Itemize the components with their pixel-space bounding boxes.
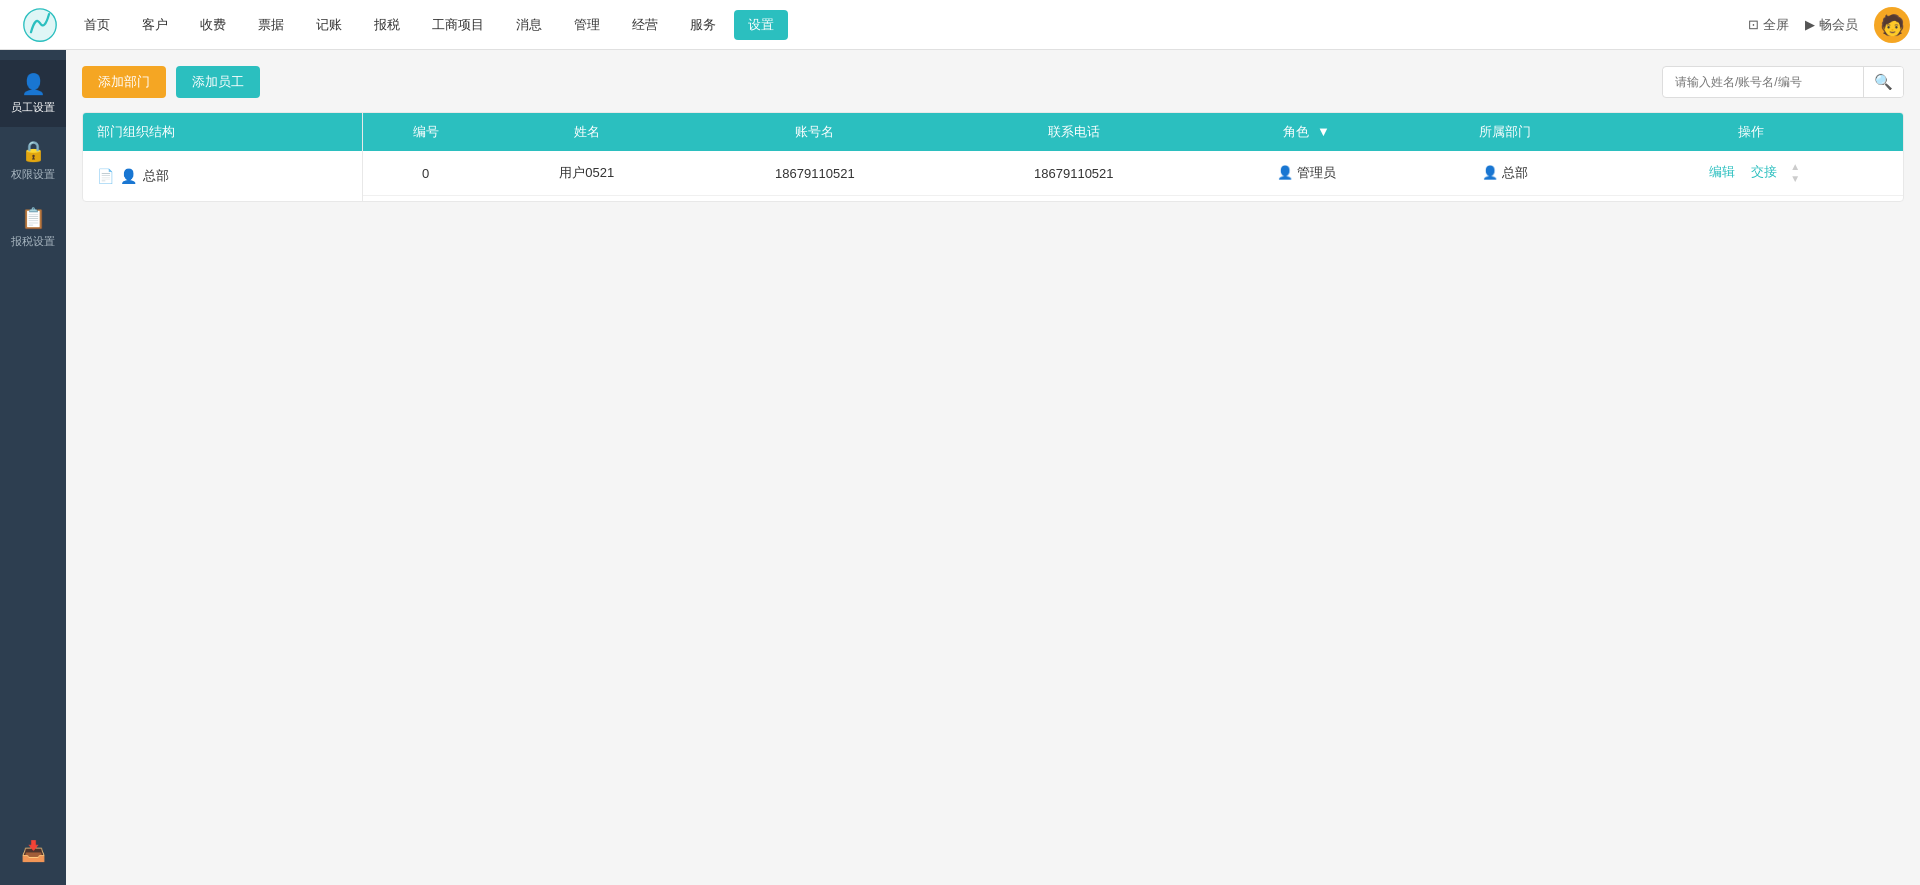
member-button[interactable]: ▶ 畅会员 xyxy=(1805,16,1858,34)
employee-icon: 👤 xyxy=(21,72,46,96)
toolbar: 添加部门 添加员工 🔍 xyxy=(82,66,1904,98)
col-phone: 联系电话 xyxy=(944,113,1203,151)
transfer-button[interactable]: 交接 xyxy=(1751,164,1777,179)
nav-menu: 首页 客户 收费 票据 记账 报税 工商项目 消息 管理 经营 服务 设置 xyxy=(70,10,1748,40)
search-box: 🔍 xyxy=(1662,66,1904,98)
edit-button[interactable]: 编辑 xyxy=(1709,164,1735,179)
download-icon: 📥 xyxy=(21,839,46,863)
permission-icon: 🔒 xyxy=(21,139,46,163)
search-input[interactable] xyxy=(1663,69,1863,95)
nav-service[interactable]: 服务 xyxy=(676,10,730,40)
logo xyxy=(10,7,70,43)
cell-account: 18679110521 xyxy=(685,151,944,196)
scroll-up-icon[interactable]: ▲ xyxy=(1790,161,1800,173)
nav-right-actions: ⊡ 全屏 ▶ 畅会员 🧑 xyxy=(1748,7,1910,43)
col-name: 姓名 xyxy=(488,113,685,151)
col-account: 账号名 xyxy=(685,113,944,151)
scroll-down-icon[interactable]: ▼ xyxy=(1790,173,1800,185)
col-actions: 操作 xyxy=(1600,113,1903,151)
nav-invoice[interactable]: 票据 xyxy=(244,10,298,40)
member-label: 畅会员 xyxy=(1819,16,1858,34)
table: 编号 姓名 账号名 联系电话 角色 ▼ 所属部门 操作 0 xyxy=(363,113,1903,196)
main-content: 添加部门 添加员工 🔍 部门组织结构 📄 👤 总部 xyxy=(66,50,1920,885)
dept-name-cell: 总部 xyxy=(1502,165,1528,180)
person-dept-icon: 👤 xyxy=(120,168,137,184)
dept-person-icon: 👤 xyxy=(1482,165,1498,180)
employee-table: 编号 姓名 账号名 联系电话 角色 ▼ 所属部门 操作 0 xyxy=(363,113,1903,201)
content-panel: 部门组织结构 📄 👤 总部 编号 姓名 账号名 联系电话 xyxy=(82,112,1904,202)
sidebar-item-download[interactable]: 📥 xyxy=(21,827,46,875)
search-button[interactable]: 🔍 xyxy=(1863,67,1903,97)
col-dept: 所属部门 xyxy=(1410,113,1600,151)
nav-operation[interactable]: 经营 xyxy=(618,10,672,40)
nav-tax[interactable]: 报税 xyxy=(360,10,414,40)
file-icon: 📄 xyxy=(97,168,114,184)
sidebar-item-permission[interactable]: 🔒 权限设置 xyxy=(0,127,66,194)
user-avatar[interactable]: 🧑 xyxy=(1874,7,1910,43)
role-name: 管理员 xyxy=(1297,165,1336,180)
dept-tree: 部门组织结构 📄 👤 总部 xyxy=(83,113,363,201)
col-id: 编号 xyxy=(363,113,488,151)
cell-phone: 18679110521 xyxy=(944,151,1203,196)
member-icon: ▶ xyxy=(1805,17,1815,32)
col-role: 角色 ▼ xyxy=(1203,113,1410,151)
nav-message[interactable]: 消息 xyxy=(502,10,556,40)
cell-dept: 👤 总部 xyxy=(1410,151,1600,196)
search-icon: 🔍 xyxy=(1874,73,1893,90)
role-filter-icon[interactable]: ▼ xyxy=(1317,124,1330,139)
cell-role: 👤 管理员 xyxy=(1203,151,1410,196)
sidebar: 👤 员工设置 🔒 权限设置 📋 报税设置 📥 xyxy=(0,50,66,885)
fullscreen-button[interactable]: ⊡ 全屏 xyxy=(1748,16,1789,34)
fullscreen-label: 全屏 xyxy=(1763,16,1789,34)
dept-tree-body: 📄 👤 总部 xyxy=(83,151,362,201)
nav-home[interactable]: 首页 xyxy=(70,10,124,40)
cell-name: 用户0521 xyxy=(488,151,685,196)
top-navigation: 首页 客户 收费 票据 记账 报税 工商项目 消息 管理 经营 服务 设置 ⊡ … xyxy=(0,0,1920,50)
cell-id: 0 xyxy=(363,151,488,196)
dept-name: 总部 xyxy=(143,167,169,185)
nav-settings[interactable]: 设置 xyxy=(734,10,788,40)
fullscreen-icon: ⊡ xyxy=(1748,17,1759,32)
sidebar-employee-label: 员工设置 xyxy=(11,100,55,115)
sidebar-item-taxsettings[interactable]: 📋 报税设置 xyxy=(0,194,66,261)
taxsettings-icon: 📋 xyxy=(21,206,46,230)
cell-actions: 编辑 交接 ▲ ▼ xyxy=(1600,151,1903,196)
sidebar-taxsettings-label: 报税设置 xyxy=(11,234,55,249)
nav-customer[interactable]: 客户 xyxy=(128,10,182,40)
role-person-icon: 👤 xyxy=(1277,165,1293,180)
table-header-row: 编号 姓名 账号名 联系电话 角色 ▼ 所属部门 操作 xyxy=(363,113,1903,151)
table-row: 0 用户0521 18679110521 18679110521 👤 管理员 👤… xyxy=(363,151,1903,196)
add-dept-button[interactable]: 添加部门 xyxy=(82,66,166,98)
nav-accounting[interactable]: 记账 xyxy=(302,10,356,40)
sidebar-item-employee[interactable]: 👤 员工设置 xyxy=(0,60,66,127)
add-employee-button[interactable]: 添加员工 xyxy=(176,66,260,98)
sidebar-permission-label: 权限设置 xyxy=(11,167,55,182)
dept-tree-item[interactable]: 📄 👤 总部 xyxy=(83,159,362,193)
nav-business[interactable]: 工商项目 xyxy=(418,10,498,40)
nav-manage[interactable]: 管理 xyxy=(560,10,614,40)
dept-tree-header: 部门组织结构 xyxy=(83,113,362,151)
nav-billing[interactable]: 收费 xyxy=(186,10,240,40)
